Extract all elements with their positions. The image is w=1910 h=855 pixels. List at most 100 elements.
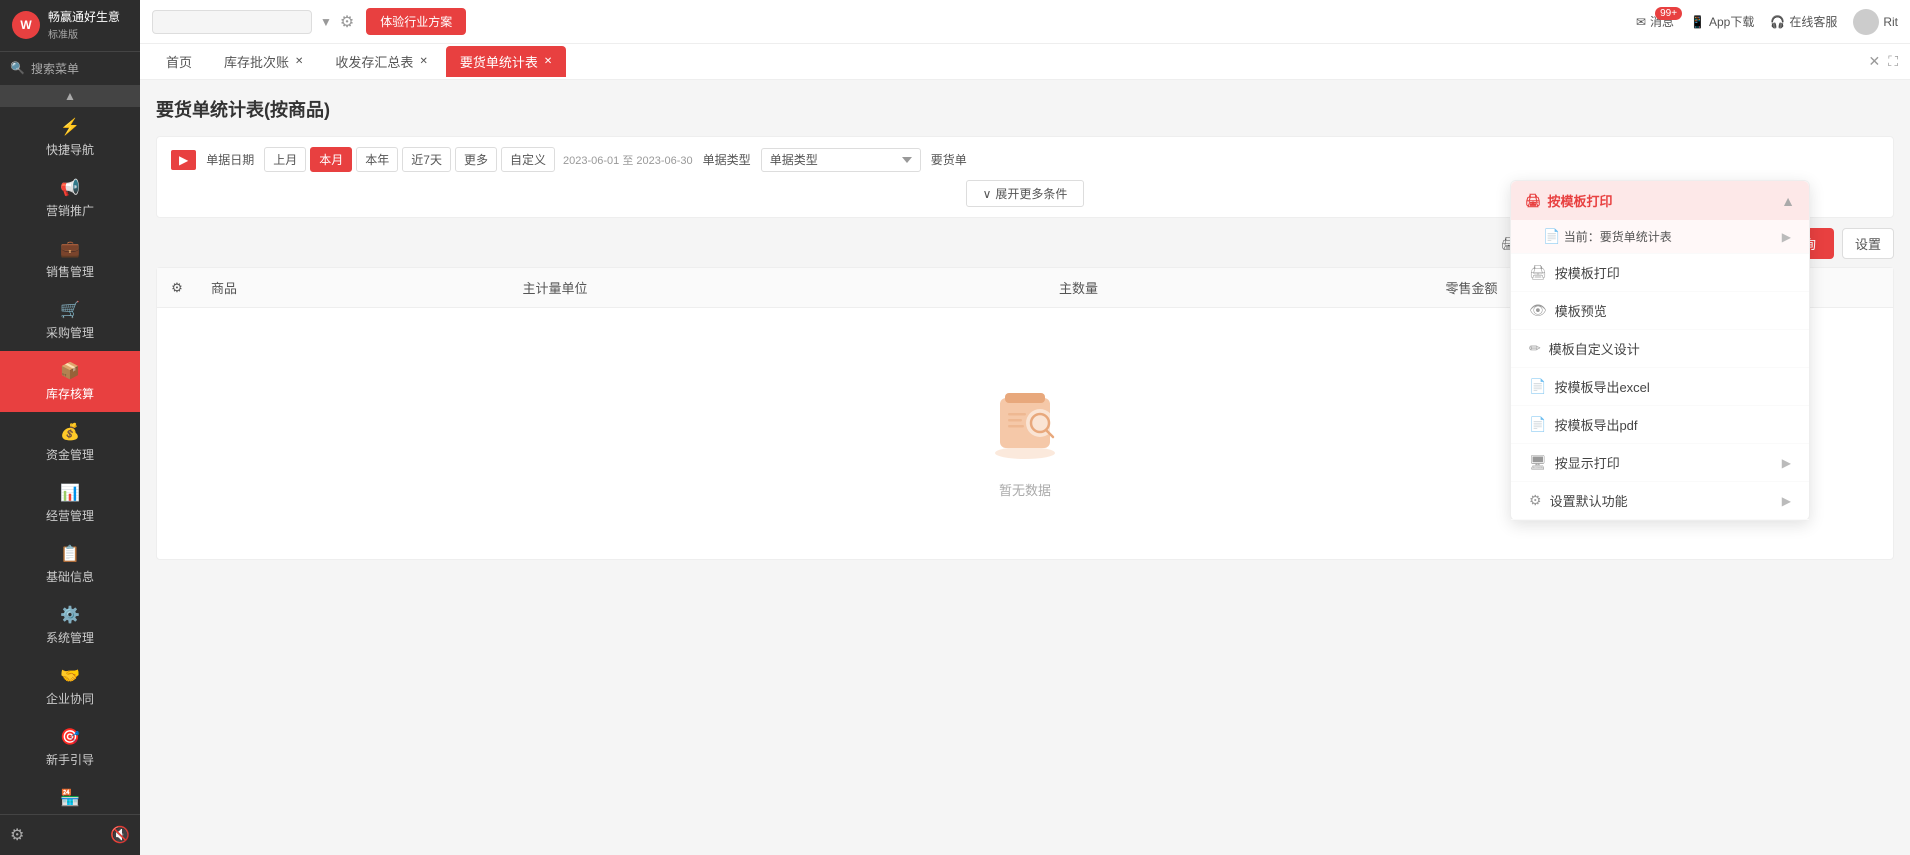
col-unit: 主计量单位 xyxy=(509,268,1045,308)
template-preview-item[interactable]: 👁 模板预览 xyxy=(1511,292,1809,330)
print-dropdown-title-icon: 🖨 xyxy=(1525,193,1542,209)
sidebar-item-collab[interactable]: 🤝 企业协同 xyxy=(0,656,140,717)
sidebar-item-operations[interactable]: 📊 经营管理 xyxy=(0,473,140,534)
scroll-up-btn[interactable]: ▲ xyxy=(0,85,140,107)
display-print-icon: 🖥 xyxy=(1529,454,1547,471)
template-preview-icon: 👁 xyxy=(1529,302,1547,319)
display-print-arrow: ▶ xyxy=(1782,456,1791,470)
trial-btn[interactable]: 体验行业方案 xyxy=(366,8,466,35)
print-dropdown-header: 🖨 按模板打印 ▲ xyxy=(1511,181,1809,220)
page-content: 要货单统计表(按商品) ▶ 单据日期 上月 本月 本年 近7天 更多 自定义 2… xyxy=(140,80,1910,855)
sidebar-item-basic[interactable]: 📋 基础信息 xyxy=(0,534,140,595)
marketing-icon: 📢 xyxy=(60,178,80,198)
sales-icon: 💼 xyxy=(60,239,80,259)
display-print-item[interactable]: 🖥 按显示打印 ▶ xyxy=(1511,444,1809,482)
online-support-btn[interactable]: 🎧 在线客服 xyxy=(1770,13,1837,30)
expand-more-btn[interactable]: ∨ 展开更多条件 xyxy=(966,180,1085,207)
template-export-pdf-item[interactable]: 📄 按模板导出pdf xyxy=(1511,406,1809,444)
user-avatar[interactable]: Rit xyxy=(1853,9,1898,35)
tab-receipt-summary[interactable]: 收发存汇总表 ✕ xyxy=(321,46,441,77)
sidebar-item-appstore[interactable]: 🏪 应用中心 xyxy=(0,778,140,814)
template-custom-item[interactable]: ✏ 模板自定义设计 xyxy=(1511,330,1809,368)
inventory-icon: 📦 xyxy=(60,361,80,381)
topbar-gear-icon[interactable]: ⚙ xyxy=(340,12,354,32)
date-btn-custom[interactable]: 自定义 xyxy=(501,147,555,172)
current-template-icon: 📄 xyxy=(1543,228,1560,244)
template-print-item[interactable]: 🖨 按模板打印 xyxy=(1511,254,1809,292)
template-export-pdf-icon: 📄 xyxy=(1529,416,1546,433)
app-icon: 📱 xyxy=(1690,15,1705,29)
print-dropdown-close-btn[interactable]: ▲ xyxy=(1781,193,1795,209)
tab-order-stats[interactable]: 要货单统计表 ✕ xyxy=(446,46,566,77)
sidebar: W 畅赢通好生意 标准版 🔍 搜索菜单 ▲ ⚡ 快捷导航 📢 营销推广 💼 销售… xyxy=(0,0,140,855)
print-dropdown-title: 🖨 按模板打印 xyxy=(1525,191,1613,210)
collab-icon: 🤝 xyxy=(60,666,80,686)
display-print-left: 🖥 按显示打印 xyxy=(1529,453,1620,472)
sidebar-logo: W 畅赢通好生意 标准版 xyxy=(0,0,140,52)
col-quantity: 主数量 xyxy=(1045,268,1432,308)
sidebar-item-marketing[interactable]: 📢 营销推广 xyxy=(0,168,140,229)
print-dropdown: 🖨 按模板打印 ▲ 📄 当前：要货单统计表 ▶ 🖨 按模板打印 👁 模板预览 xyxy=(1510,180,1810,521)
tab-inventory-batch[interactable]: 库存批次账 ✕ xyxy=(210,46,317,77)
audio-footer-icon[interactable]: 🔇 xyxy=(110,825,130,845)
messages-btn[interactable]: ✉ 消息 99+ xyxy=(1636,13,1674,30)
app-download-btn[interactable]: 📱 App下载 xyxy=(1690,13,1754,30)
current-template-item[interactable]: 📄 当前：要货单统计表 ▶ xyxy=(1511,220,1809,254)
basic-icon: 📋 xyxy=(60,544,80,564)
topbar-right: ✉ 消息 99+ 📱 App下载 🎧 在线客服 Rit xyxy=(1636,9,1898,35)
date-btn-7days[interactable]: 近7天 xyxy=(402,147,451,172)
sidebar-nav: ▲ ⚡ 快捷导航 📢 营销推广 💼 销售管理 🛒 采购管理 📦 库存核算 💰 资… xyxy=(0,85,140,814)
settings-btn[interactable]: 设置 xyxy=(1842,228,1894,259)
set-default-icon: ⚙ xyxy=(1529,492,1542,509)
date-filter-label: 单据日期 xyxy=(206,151,254,168)
date-btn-this-month[interactable]: 本月 xyxy=(310,147,352,172)
sidebar-item-quick-nav[interactable]: ⚡ 快捷导航 xyxy=(0,107,140,168)
tab-close-receipt-summary[interactable]: ✕ xyxy=(419,56,427,67)
sidebar-footer: ⚙ 🔇 xyxy=(0,814,140,855)
order-category-label: 要货单 xyxy=(931,151,967,168)
sidebar-search[interactable]: 🔍 搜索菜单 xyxy=(0,52,140,85)
tab-close-order-stats[interactable]: ✕ xyxy=(544,56,552,67)
support-icon: 🎧 xyxy=(1770,15,1785,29)
template-print-icon: 🖨 xyxy=(1529,264,1547,281)
sidebar-item-inventory[interactable]: 📦 库存核算 xyxy=(0,351,140,412)
order-type-label: 单据类型 xyxy=(703,151,751,168)
sidebar-item-purchase[interactable]: 🛒 采购管理 xyxy=(0,290,140,351)
app-logo-text: 畅赢通好生意 标准版 xyxy=(48,10,120,41)
set-default-item[interactable]: ⚙ 设置默认功能 ▶ xyxy=(1511,482,1809,520)
message-icon: ✉ xyxy=(1636,15,1646,29)
app-logo-icon: W xyxy=(12,11,40,39)
tab-close-inventory-batch[interactable]: ✕ xyxy=(295,56,303,67)
settings-footer-icon[interactable]: ⚙ xyxy=(10,825,24,845)
current-template-left: 📄 当前：要货单统计表 xyxy=(1543,228,1672,245)
sidebar-item-guide[interactable]: 🎯 新手引导 xyxy=(0,717,140,778)
system-icon: ⚙️ xyxy=(60,605,80,625)
col-settings[interactable]: ⚙ xyxy=(157,268,197,308)
order-type-select[interactable]: 单据类型 xyxy=(761,148,921,172)
tab-home[interactable]: 首页 xyxy=(152,46,206,77)
guide-icon: 🎯 xyxy=(60,727,80,747)
template-export-excel-icon: 📄 xyxy=(1529,378,1546,395)
set-default-arrow: ▶ xyxy=(1782,494,1791,508)
date-group: 上月 本月 本年 近7天 更多 自定义 2023-06-01 至 2023-06… xyxy=(264,147,692,172)
tab-fullscreen-btn[interactable]: ⛶ xyxy=(1888,53,1898,70)
empty-text: 暂无数据 xyxy=(999,480,1051,499)
expand-more-icon: ∨ xyxy=(983,187,992,201)
finance-icon: 💰 xyxy=(60,422,80,442)
sidebar-item-system[interactable]: ⚙️ 系统管理 xyxy=(0,595,140,656)
date-btn-last-month[interactable]: 上月 xyxy=(264,147,306,172)
topbar-dropdown-arrow[interactable]: ▼ xyxy=(320,15,332,29)
tabs-right-controls: ✕ ⛶ xyxy=(1868,53,1898,70)
date-btn-this-year[interactable]: 本年 xyxy=(356,147,398,172)
filter-expand-btn[interactable]: ▶ xyxy=(171,150,196,170)
tab-close-all-btn[interactable]: ✕ xyxy=(1868,53,1880,70)
empty-icon xyxy=(975,368,1075,468)
filter-row: ▶ 单据日期 上月 本月 本年 近7天 更多 自定义 2023-06-01 至 … xyxy=(171,147,1879,172)
quick-nav-icon: ⚡ xyxy=(60,117,80,137)
template-custom-icon: ✏ xyxy=(1529,340,1541,357)
sidebar-item-sales[interactable]: 💼 销售管理 xyxy=(0,229,140,290)
template-export-excel-item[interactable]: 📄 按模板导出excel xyxy=(1511,368,1809,406)
date-btn-more[interactable]: 更多 xyxy=(455,147,497,172)
topbar-search-input[interactable] xyxy=(152,10,312,34)
sidebar-item-finance[interactable]: 💰 资金管理 xyxy=(0,412,140,473)
